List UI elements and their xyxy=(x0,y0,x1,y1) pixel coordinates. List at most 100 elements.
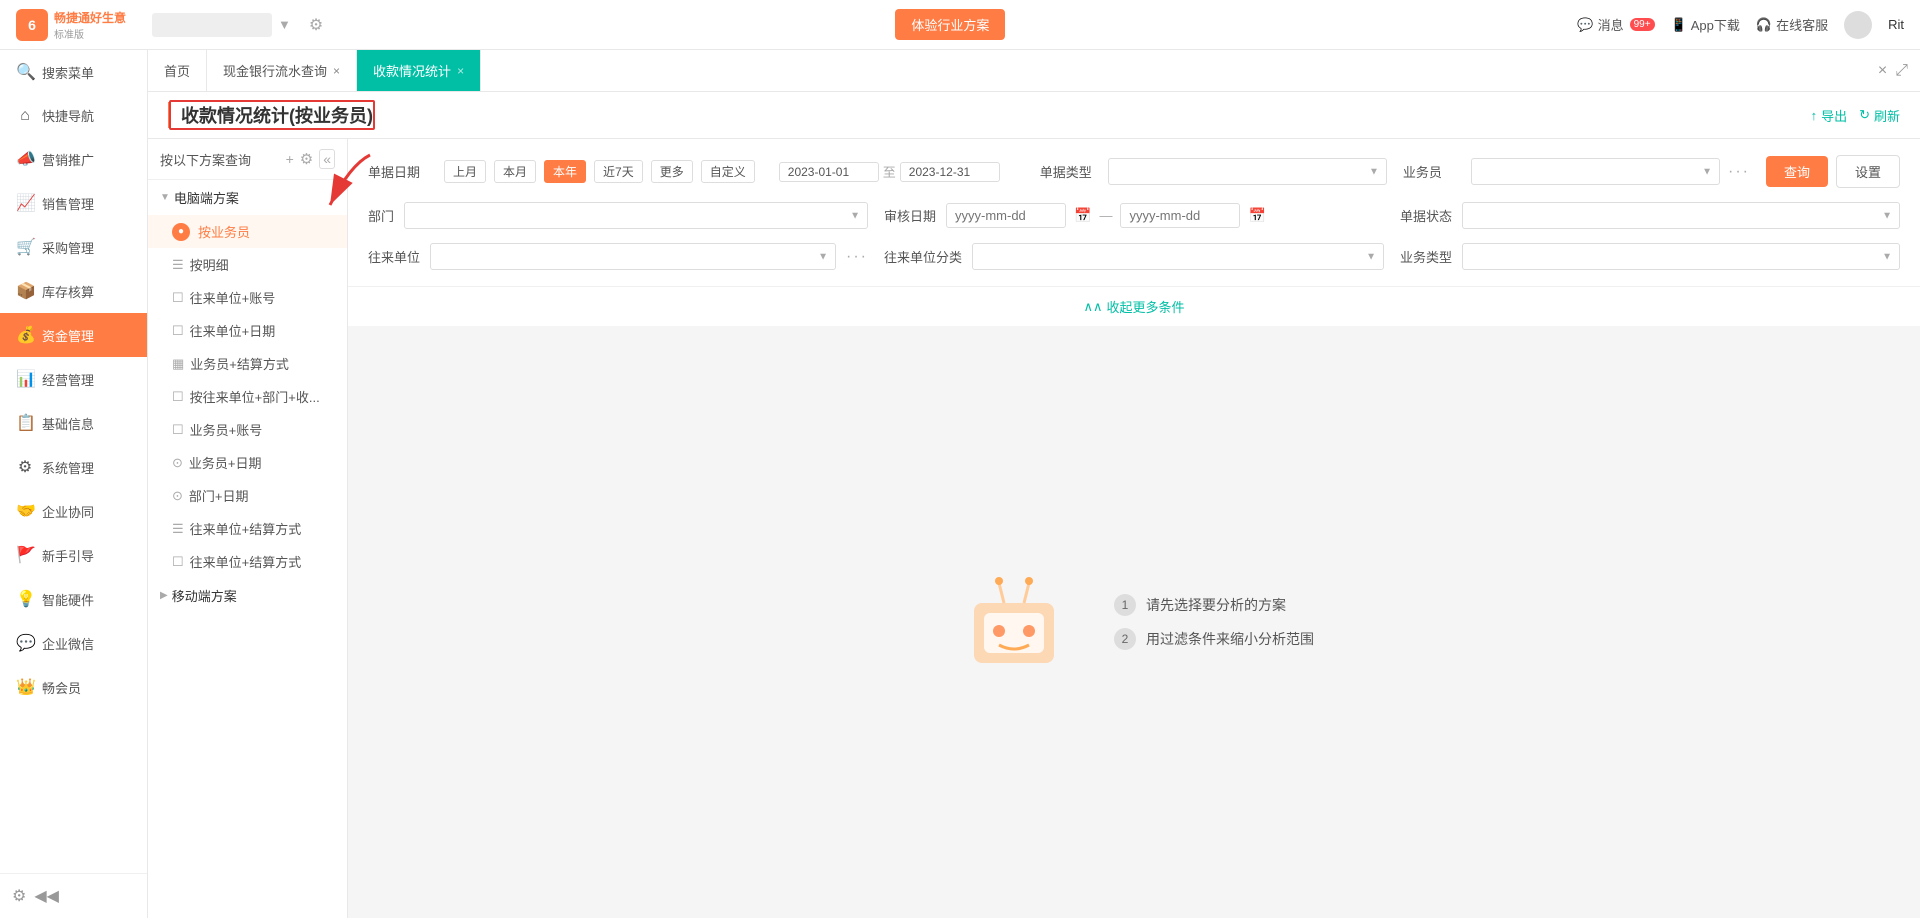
sidebar-item-finance[interactable]: 💰 资金管理 xyxy=(0,313,147,357)
settings-button[interactable]: 设置 xyxy=(1836,155,1900,188)
date-btn-custom[interactable]: 自定义 xyxy=(701,160,755,183)
voucher-type-select[interactable] xyxy=(1108,158,1387,185)
date-end-input[interactable] xyxy=(900,162,1000,182)
scheme-item-dept-date[interactable]: ⊙ 部门+日期 xyxy=(148,479,347,512)
scheme-item-sales-settle[interactable]: ▦ 业务员+结算方式 xyxy=(148,347,347,380)
messages-item[interactable]: 💬 消息 99+ xyxy=(1577,15,1654,34)
date-btn-7days[interactable]: 近7天 xyxy=(594,160,643,183)
scheme-item-sales-account[interactable]: ☐ 业务员+账号 xyxy=(148,413,347,446)
sidebar-collapse-icon[interactable]: ◀◀ xyxy=(34,886,59,906)
sidebar-item-wechat[interactable]: 💬 企业微信 xyxy=(0,621,147,665)
add-scheme-icon[interactable]: + xyxy=(286,151,294,167)
scheme-item-active-icon: ● xyxy=(172,223,190,241)
header-right: 💬 消息 99+ 📱 App下载 🎧 在线客服 Rit xyxy=(1577,11,1904,39)
refresh-icon: ↻ xyxy=(1859,107,1870,123)
calendar-end-icon[interactable]: 📅 xyxy=(1248,207,1265,224)
partner-more-icon[interactable]: ··· xyxy=(846,248,868,266)
basic-icon: 📋 xyxy=(16,413,34,433)
marketing-icon: 📣 xyxy=(16,149,34,169)
sidebar-item-member[interactable]: 👑 畅会员 xyxy=(0,665,147,709)
sidebar-item-purchase[interactable]: 🛒 采购管理 xyxy=(0,225,147,269)
sidebar-item-search[interactable]: 🔍 搜索菜单 xyxy=(0,50,147,94)
salesperson-more-icon[interactable]: ··· xyxy=(1728,163,1750,181)
partner-account-icon: ☐ xyxy=(172,290,184,306)
scheme-item-partner-dept[interactable]: ☐ 按往来单位+部门+收... xyxy=(148,380,347,413)
export-button[interactable]: ↑ 导出 xyxy=(1811,106,1848,125)
scheme-item-partner-settle1[interactable]: ☰ 往来单位+结算方式 xyxy=(148,512,347,545)
dept-label: 部门 xyxy=(368,206,394,225)
gear-settings[interactable]: ⚙ xyxy=(309,15,323,35)
calendar-start-icon[interactable]: 📅 xyxy=(1074,207,1091,224)
sidebar-item-nav[interactable]: ⌂ 快捷导航 xyxy=(0,94,147,137)
dept-select[interactable] xyxy=(404,202,868,229)
scheme-group-pc[interactable]: ▼ 电脑端方案 xyxy=(148,180,347,215)
date-btn-more[interactable]: 更多 xyxy=(651,160,693,183)
dept-date-icon: ⊙ xyxy=(172,488,183,504)
scheme-group-mobile[interactable]: ▶ 移动端方案 xyxy=(148,578,347,613)
trial-button[interactable]: 体验行业方案 xyxy=(895,9,1005,40)
tab-bar: 首页 现金银行流水查询 × 收款情况统计 × × ⤢ xyxy=(148,50,1920,92)
scheme-item-partner-account[interactable]: ☐ 往来单位+账号 xyxy=(148,281,347,314)
scheme-item-partner-date[interactable]: ☐ 往来单位+日期 xyxy=(148,314,347,347)
sidebar-item-sales[interactable]: 📈 销售管理 xyxy=(0,181,147,225)
system-icon: ⚙ xyxy=(16,457,34,477)
partner-select-wrapper xyxy=(430,243,836,270)
user-avatar[interactable] xyxy=(1844,11,1872,39)
maximize-icon[interactable]: ⤢ xyxy=(1895,62,1908,80)
app-download-item[interactable]: 📱 App下载 xyxy=(1671,15,1740,34)
sidebar-item-marketing[interactable]: 📣 营销推广 xyxy=(0,137,147,181)
review-date-group: 审核日期 📅 — 📅 xyxy=(884,203,1384,228)
date-btn-this-month[interactable]: 本月 xyxy=(494,160,536,183)
salesperson-select[interactable] xyxy=(1471,158,1720,185)
query-button[interactable]: 查询 xyxy=(1766,156,1828,187)
tab-receipt-stat[interactable]: 收款情况统计 × xyxy=(357,50,481,91)
voucher-type-label: 单据类型 xyxy=(1040,162,1100,181)
empty-illustration xyxy=(954,553,1074,692)
partner-select[interactable] xyxy=(430,243,836,270)
sidebar-item-basic[interactable]: 📋 基础信息 xyxy=(0,401,147,445)
review-date-start[interactable] xyxy=(946,203,1066,228)
sidebar-item-inventory[interactable]: 📦 库存核算 xyxy=(0,269,147,313)
online-service-item[interactable]: 🎧 在线客服 xyxy=(1756,15,1828,34)
scheme-item-sales-date[interactable]: ⊙ 业务员+日期 xyxy=(148,446,347,479)
date-btn-this-year[interactable]: 本年 xyxy=(544,160,586,183)
sidebar-settings-icon[interactable]: ⚙ xyxy=(12,886,26,906)
operation-icon: 📊 xyxy=(16,369,34,389)
scheme-item-by-detail[interactable]: ☰ 按明细 xyxy=(148,248,347,281)
voucher-status-label: 单据状态 xyxy=(1400,206,1452,225)
message-icon: 💬 xyxy=(1577,17,1593,33)
date-btn-last-month[interactable]: 上月 xyxy=(444,160,486,183)
purchase-icon: 🛒 xyxy=(16,237,34,257)
tab-home[interactable]: 首页 xyxy=(148,50,207,91)
scheme-item-by-salesperson[interactable]: ● 按业务员 xyxy=(148,215,347,248)
guide-icon: 🚩 xyxy=(16,545,34,565)
tip-item-2: 2 用过滤条件来缩小分析范围 xyxy=(1114,628,1314,650)
partner-category-select[interactable] xyxy=(972,243,1384,270)
gear-icon[interactable]: ⚙ xyxy=(309,17,323,34)
tab-close-receipt-stat[interactable]: × xyxy=(457,64,464,78)
sidebar-item-hardware[interactable]: 💡 智能硬件 xyxy=(0,577,147,621)
voucher-status-select[interactable] xyxy=(1462,202,1900,229)
group-arrow-mobile: ▶ xyxy=(160,590,168,601)
collapse-icon: ∧∧ xyxy=(1083,299,1102,315)
sidebar-item-guide[interactable]: 🚩 新手引导 xyxy=(0,533,147,577)
date-start-input[interactable] xyxy=(779,162,879,182)
collapse-bar[interactable]: ∧∧ 收起更多条件 xyxy=(348,286,1920,326)
business-type-select[interactable] xyxy=(1462,243,1900,270)
refresh-button[interactable]: ↻ 刷新 xyxy=(1859,106,1900,125)
tab-close-cash-flow[interactable]: × xyxy=(333,64,340,78)
sidebar-item-collab[interactable]: 🤝 企业协同 xyxy=(0,489,147,533)
sidebar-item-operation[interactable]: 📊 经营管理 xyxy=(0,357,147,401)
inventory-icon: 📦 xyxy=(16,281,34,301)
scheme-collapse-icon[interactable]: « xyxy=(319,149,335,169)
scheme-settings-icon[interactable]: ⚙ xyxy=(300,150,313,168)
close-all-tabs-icon[interactable]: × xyxy=(1878,62,1887,80)
scheme-item-partner-settle2[interactable]: ☐ 往来单位+结算方式 xyxy=(148,545,347,578)
wechat-icon: 💬 xyxy=(16,633,34,653)
sidebar-item-system[interactable]: ⚙ 系统管理 xyxy=(0,445,147,489)
partner-label: 往来单位 xyxy=(368,247,420,266)
search-icon: 🔍 xyxy=(16,62,34,82)
logo-text: 畅捷通好生意 标准版 xyxy=(54,9,126,41)
tab-cash-flow[interactable]: 现金银行流水查询 × xyxy=(207,50,357,91)
review-date-end[interactable] xyxy=(1120,203,1240,228)
